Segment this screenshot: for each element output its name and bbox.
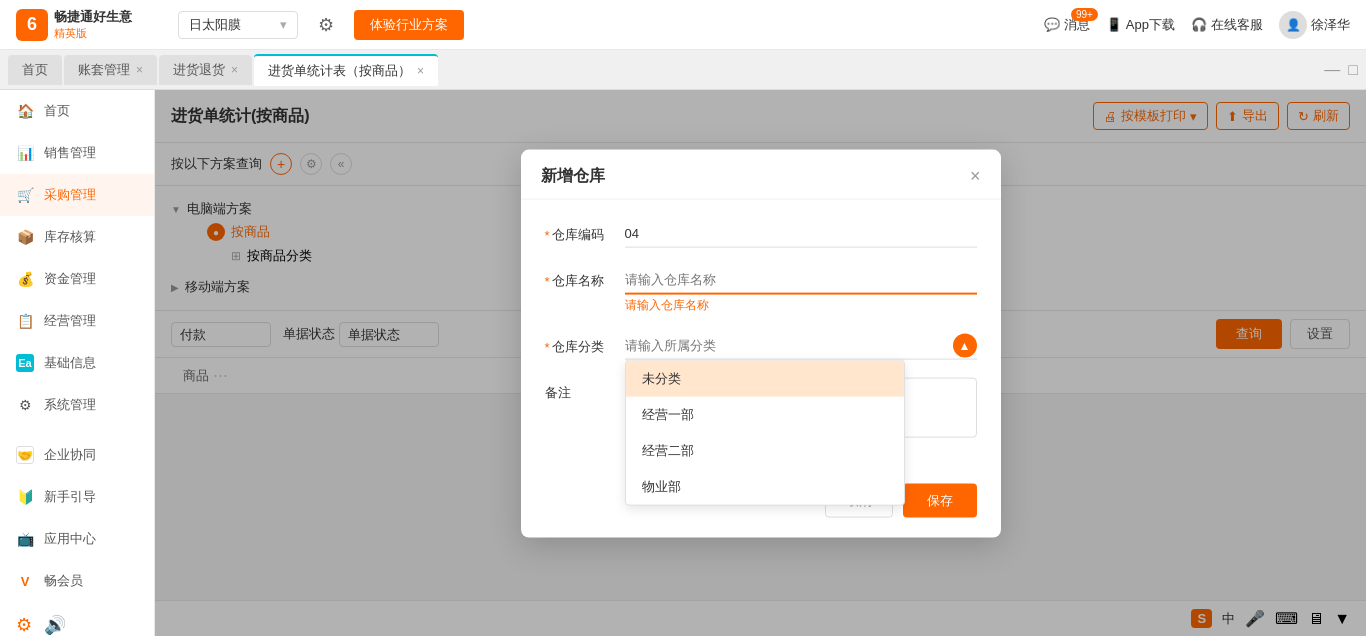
window-buttons: — □ [1324, 61, 1358, 79]
avatar: 👤 [1279, 11, 1307, 39]
finance-icon: 💰 [16, 270, 34, 288]
tab-close-purchase-return[interactable]: × [231, 63, 238, 77]
stock-icon: 📦 [16, 228, 34, 246]
tab-home[interactable]: 首页 [8, 55, 62, 85]
user-menu[interactable]: 👤 徐泽华 [1279, 11, 1350, 39]
phone-icon: 📱 [1106, 17, 1122, 32]
guide-icon: 🔰 [16, 488, 34, 506]
new-warehouse-modal: 新增仓库 × * 仓库编码 * [521, 150, 1001, 538]
form-row-category: * 仓库分类 ▲ 未分类 经营一部 经营二部 物业部 [545, 332, 977, 360]
form-label-name: * 仓库名称 [545, 266, 625, 290]
home-icon: 🏠 [16, 102, 34, 120]
logo-area: 6 畅捷通好生意 精英版 [16, 8, 166, 41]
dropdown-item-dept2[interactable]: 经营二部 [626, 433, 904, 469]
form-select-wrap-category: ▲ [625, 332, 977, 360]
modal-close-button[interactable]: × [970, 166, 981, 187]
warehouse-category-input[interactable] [625, 332, 977, 360]
sidebar-item-home[interactable]: 🏠 首页 [0, 90, 154, 132]
online-service-button[interactable]: 🎧 在线客服 [1191, 16, 1263, 34]
main-layout: 🏠 首页 📊 销售管理 🛒 采购管理 📦 库存核算 💰 资金管理 📋 经营管理 … [0, 90, 1366, 636]
sales-icon: 📊 [16, 144, 34, 162]
tab-accounts[interactable]: 账套管理 × [64, 55, 157, 85]
sidebar: 🏠 首页 📊 销售管理 🛒 采购管理 📦 库存核算 💰 资金管理 📋 经营管理 … [0, 90, 155, 636]
tab-purchase-stat[interactable]: 进货单统计表（按商品） × [254, 54, 438, 86]
purchase-icon: 🛒 [16, 186, 34, 204]
modal-title: 新增仓库 [541, 166, 605, 187]
form-label-note: 备注 [545, 378, 625, 402]
tab-bar: 首页 账套管理 × 进货退货 × 进货单统计表（按商品） × — □ [0, 50, 1366, 90]
modal-header: 新增仓库 × [521, 150, 1001, 200]
maximize-icon[interactable]: □ [1348, 61, 1358, 79]
apps-icon: 📺 [16, 530, 34, 548]
message-button[interactable]: 💬 消息 99+ [1044, 16, 1090, 34]
dropdown-item-dept3[interactable]: 物业部 [626, 469, 904, 505]
collab-icon: 🤝 [16, 446, 34, 464]
sidebar-item-operation[interactable]: 📋 经营管理 [0, 300, 154, 342]
top-header: 6 畅捷通好生意 精英版 日太阳膜 ▾ ⚙ 体验行业方案 💬 消息 99+ 📱 … [0, 0, 1366, 50]
sidebar-item-apps[interactable]: 📺 应用中心 [0, 518, 154, 560]
sidebar-item-stock[interactable]: 📦 库存核算 [0, 216, 154, 258]
save-button[interactable]: 保存 [903, 484, 977, 518]
chevron-up-icon: ▲ [959, 339, 971, 353]
form-input-wrap-name: 请输入仓库名称 [625, 266, 977, 314]
warehouse-name-input[interactable] [625, 266, 977, 295]
dropdown-item-dept1[interactable]: 经营一部 [626, 397, 904, 433]
vip-icon: V [16, 572, 34, 590]
system-icon: ⚙ [16, 396, 34, 414]
experience-button[interactable]: 体验行业方案 [354, 10, 464, 40]
category-dropdown-button[interactable]: ▲ [953, 334, 977, 358]
store-selector[interactable]: 日太阳膜 ▾ [178, 11, 298, 39]
sidebar-item-finance[interactable]: 💰 资金管理 [0, 258, 154, 300]
logo-text: 畅捷通好生意 精英版 [54, 8, 132, 41]
header-right: 💬 消息 99+ 📱 App下载 🎧 在线客服 👤 徐泽华 [1044, 11, 1350, 39]
warehouse-name-error: 请输入仓库名称 [625, 297, 977, 314]
sidebar-item-guide[interactable]: 🔰 新手引导 [0, 476, 154, 518]
tab-close-accounts[interactable]: × [136, 63, 143, 77]
sidebar-item-sales[interactable]: 📊 销售管理 [0, 132, 154, 174]
app-download-button[interactable]: 📱 App下载 [1106, 16, 1175, 34]
message-icon: 💬 [1044, 17, 1060, 32]
form-label-category: * 仓库分类 [545, 332, 625, 356]
chevron-down-icon: ▾ [280, 17, 287, 32]
form-row-code: * 仓库编码 [545, 220, 977, 248]
content-area: 进货单统计(按商品) 🖨 按模板打印 ▾ ⬆ 导出 ↻ 刷新 按以下方案查询 [155, 90, 1366, 636]
minimize-icon[interactable]: — [1324, 61, 1340, 79]
form-row-name: * 仓库名称 请输入仓库名称 [545, 266, 977, 314]
tab-purchase-return[interactable]: 进货退货 × [159, 55, 252, 85]
sidebar-bottom: ⚙ 🔊 [0, 602, 154, 636]
sidebar-item-system[interactable]: ⚙ 系统管理 [0, 384, 154, 426]
message-badge: 99+ [1071, 8, 1098, 21]
form-input-wrap-code [625, 220, 977, 248]
category-dropdown-list: 未分类 经营一部 经营二部 物业部 [625, 360, 905, 506]
sidebar-item-vip[interactable]: V 畅会员 [0, 560, 154, 602]
settings-bottom-icon[interactable]: ⚙ [16, 614, 32, 636]
form-label-code: * 仓库编码 [545, 220, 625, 244]
volume-icon[interactable]: 🔊 [44, 614, 66, 636]
sidebar-item-basic[interactable]: Ea 基础信息 [0, 342, 154, 384]
basic-icon: Ea [16, 354, 34, 372]
dropdown-item-uncategorized[interactable]: 未分类 [626, 361, 904, 397]
headset-icon: 🎧 [1191, 17, 1207, 32]
sidebar-item-collab[interactable]: 🤝 企业协同 [0, 434, 154, 476]
warehouse-code-input[interactable] [625, 220, 977, 248]
tab-close-purchase-stat[interactable]: × [417, 64, 424, 78]
gear-icon[interactable]: ⚙ [310, 9, 342, 41]
logo-icon: 6 [16, 9, 48, 41]
operation-icon: 📋 [16, 312, 34, 330]
modal-body: * 仓库编码 * 仓库名称 请输入仓库名称 [521, 200, 1001, 484]
sidebar-item-purchase[interactable]: 🛒 采购管理 [0, 174, 154, 216]
